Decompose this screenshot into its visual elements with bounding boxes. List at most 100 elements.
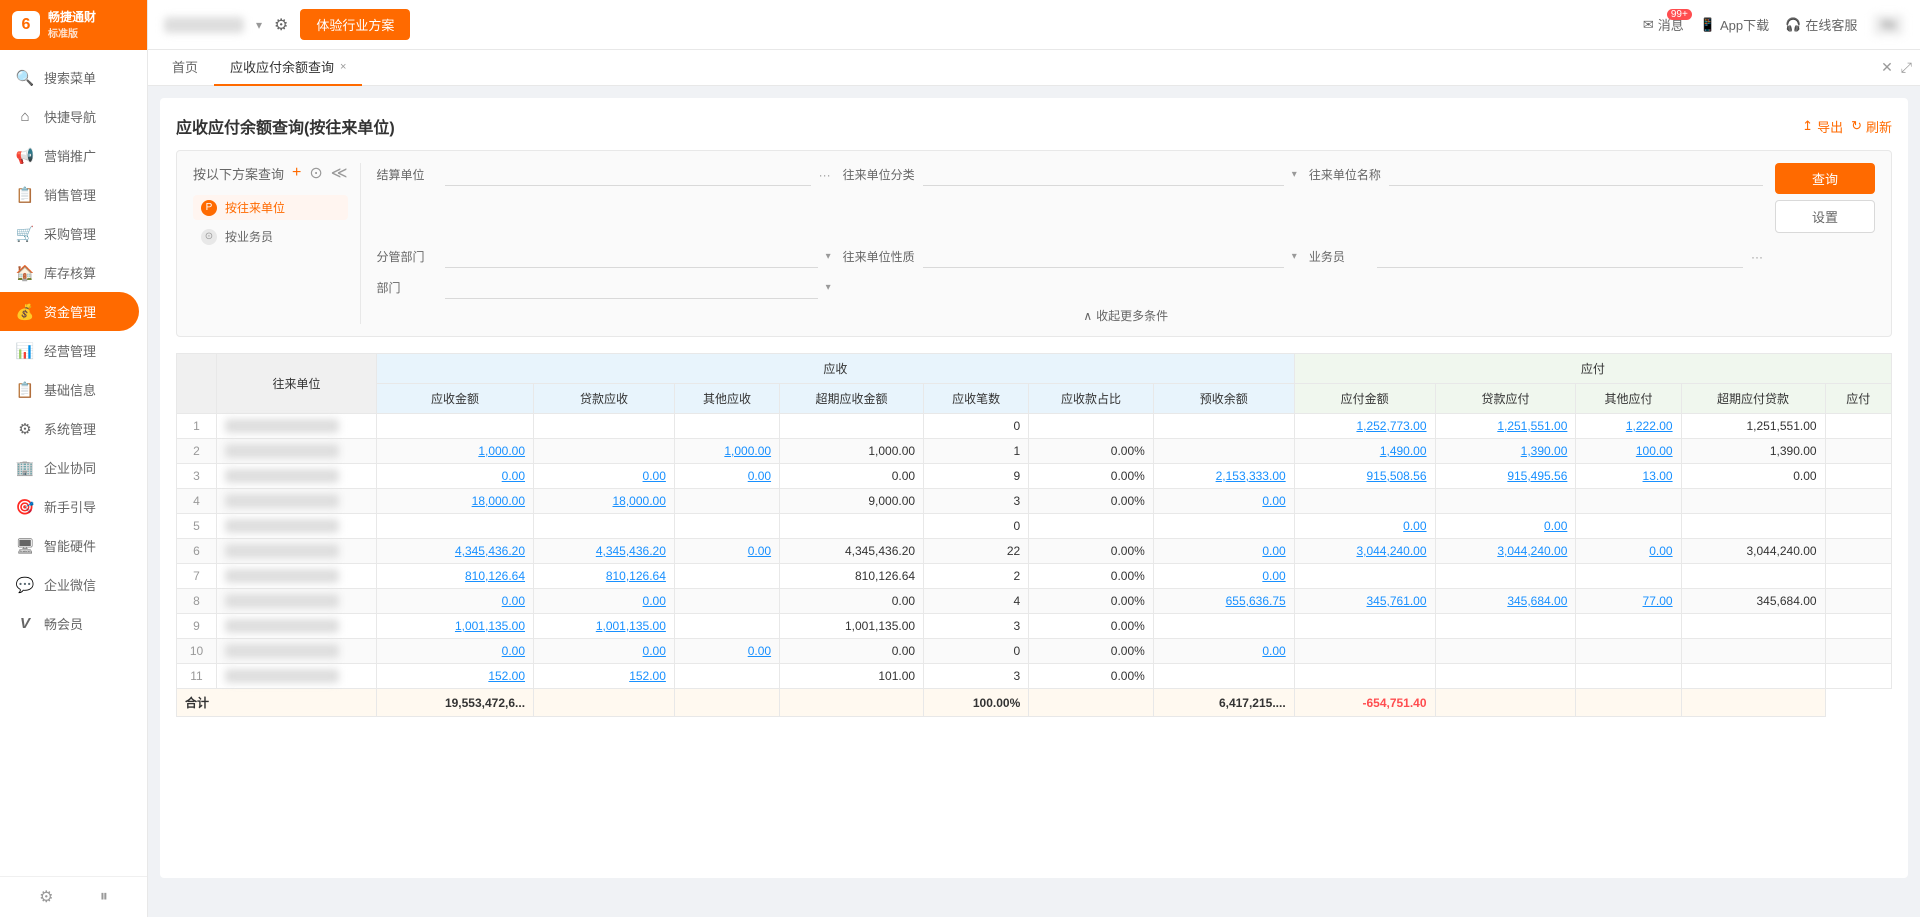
department-input[interactable] [445, 245, 818, 268]
filter-collapse-icon[interactable]: ≪ [331, 163, 348, 183]
cell-value[interactable]: 2,153,333.00 [1216, 469, 1286, 483]
cell-value[interactable]: 1,252,773.00 [1356, 419, 1426, 433]
cell-value[interactable]: 0.00 [1262, 644, 1285, 658]
sidebar-item-search[interactable]: 🔍 搜索菜单 [0, 58, 147, 97]
cell-value[interactable]: 3,044,240.00 [1497, 544, 1567, 558]
cell-value[interactable]: 152.00 [488, 669, 525, 683]
cell-value[interactable]: 655,636.75 [1226, 594, 1286, 608]
cell-value[interactable]: 0.00 [748, 544, 771, 558]
solution-button[interactable]: 体验行业方案 [300, 9, 410, 40]
table-row[interactable]: 4 18,000.00 18,000.00 9,000.00 3 0.00% 0… [177, 489, 1892, 514]
salesman-dots-icon[interactable]: ··· [1751, 250, 1763, 264]
table-row[interactable]: 6 4,345,436.20 4,345,436.20 0.00 4,345,4… [177, 539, 1892, 564]
tab-ar-query[interactable]: 应收应付余额查询 × [214, 50, 362, 86]
tab-home[interactable]: 首页 [156, 50, 214, 86]
sidebar-item-finance[interactable]: 💰 资金管理 [0, 292, 139, 331]
cell-value[interactable]: 0.00 [1544, 519, 1567, 533]
cell-value[interactable]: 0.00 [502, 644, 525, 658]
cell-value[interactable]: 100.00 [1636, 444, 1673, 458]
window-close-icon[interactable]: ✕ [1881, 59, 1893, 76]
sidebar-item-corp[interactable]: 🏢 企业协同 [0, 448, 147, 487]
cell-value[interactable]: 77.00 [1643, 594, 1673, 608]
filter-scheme-by-partner[interactable]: P 按往来单位 [193, 195, 348, 220]
department-chevron-icon[interactable]: ▾ [826, 251, 831, 262]
sidebar-collapse-icon[interactable]: ⏸ [100, 888, 108, 906]
cell-value[interactable]: 152.00 [629, 669, 666, 683]
cell-value[interactable]: 0.00 [502, 594, 525, 608]
sidebar-item-member[interactable]: V 畅会员 [0, 604, 147, 643]
header-gear-icon[interactable]: ⚙ [274, 15, 288, 35]
cell-value[interactable]: 0.00 [643, 594, 666, 608]
unit-category-input[interactable] [923, 163, 1284, 186]
setting-button[interactable]: 设置 [1775, 200, 1875, 233]
dept-chevron-icon[interactable]: ▾ [826, 282, 831, 293]
table-row[interactable]: 5 0 0.00 0.00 [177, 514, 1892, 539]
table-row[interactable]: 1 0 1,252,773.00 1,251,551.00 1,222.00 1… [177, 414, 1892, 439]
sidebar-item-quick[interactable]: ⌂ 快捷导航 [0, 97, 147, 136]
cell-value[interactable]: 0.00 [1262, 569, 1285, 583]
cell-value[interactable]: 0.00 [748, 644, 771, 658]
cell-value[interactable]: 1,490.00 [1380, 444, 1427, 458]
sidebar-item-marketing[interactable]: 📢 营销推广 [0, 136, 147, 175]
cell-value[interactable]: 0.00 [1649, 544, 1672, 558]
unit-nature-chevron-icon[interactable]: ▾ [1292, 251, 1297, 262]
user-avatar[interactable]: Rit [1873, 14, 1904, 36]
cell-value[interactable]: 810,126.64 [606, 569, 666, 583]
cell-value[interactable]: 1,390.00 [1521, 444, 1568, 458]
cell-value[interactable]: 1,001,135.00 [596, 619, 666, 633]
notification-button[interactable]: ✉ 消息 99+ [1643, 15, 1684, 34]
cell-value[interactable]: 0.00 [643, 469, 666, 483]
query-button[interactable]: 查询 [1775, 163, 1875, 194]
table-row[interactable]: 11 152.00 152.00 101.00 3 0.00% [177, 664, 1892, 689]
cell-value[interactable]: 0.00 [1403, 519, 1426, 533]
cell-value[interactable]: 915,495.56 [1507, 469, 1567, 483]
cell-value[interactable]: 345,761.00 [1366, 594, 1426, 608]
filter-setting-icon[interactable]: ⊙ [309, 163, 322, 183]
filter-collapse-row[interactable]: ∧ 收起更多条件 [377, 307, 1875, 324]
sidebar-item-guide[interactable]: 🎯 新手引导 [0, 487, 147, 526]
window-expand-icon[interactable]: ⤢ [1901, 59, 1912, 76]
filter-add-icon[interactable]: + [292, 164, 301, 182]
app-download-button[interactable]: 📱 App下载 [1700, 15, 1769, 34]
table-row[interactable]: 3 0.00 0.00 0.00 0.00 9 0.00% 2,153,333.… [177, 464, 1892, 489]
dept-input[interactable] [445, 276, 818, 299]
table-row[interactable]: 2 1,000.00 1,000.00 1,000.00 1 0.00% 1,4… [177, 439, 1892, 464]
sidebar-item-system[interactable]: ⚙ 系统管理 [0, 409, 147, 448]
cell-value[interactable]: 810,126.64 [465, 569, 525, 583]
cell-value[interactable]: 0.00 [1262, 544, 1285, 558]
cell-value[interactable]: 4,345,436.20 [596, 544, 666, 558]
sidebar-item-wechat[interactable]: 💬 企业微信 [0, 565, 147, 604]
sidebar-item-inventory[interactable]: 🏠 库存核算 [0, 253, 147, 292]
filter-scheme-by-salesman[interactable]: ⊙ 按业务员 [193, 224, 348, 249]
cell-value[interactable]: 0.00 [1262, 494, 1285, 508]
cell-value[interactable]: 1,000.00 [724, 444, 771, 458]
sidebar-item-operation[interactable]: 📊 经营管理 [0, 331, 147, 370]
refresh-button[interactable]: ↻ 刷新 [1851, 117, 1892, 136]
cell-value[interactable]: 4,345,436.20 [455, 544, 525, 558]
settlement-unit-dots-icon[interactable]: ··· [819, 168, 831, 182]
cell-value[interactable]: 0.00 [502, 469, 525, 483]
cell-value[interactable]: 18,000.00 [613, 494, 666, 508]
cell-value[interactable]: 18,000.00 [472, 494, 525, 508]
cell-value[interactable]: 0.00 [748, 469, 771, 483]
sidebar-item-purchase[interactable]: 🛒 采购管理 [0, 214, 147, 253]
sidebar-settings-icon[interactable]: ⚙ [39, 887, 53, 907]
unit-category-chevron-icon[interactable]: ▾ [1292, 169, 1297, 180]
unit-name-input[interactable] [1389, 163, 1763, 186]
table-row[interactable]: 9 1,001,135.00 1,001,135.00 1,001,135.00… [177, 614, 1892, 639]
table-row[interactable]: 7 810,126.64 810,126.64 810,126.64 2 0.0… [177, 564, 1892, 589]
cell-value[interactable]: 0.00 [643, 644, 666, 658]
cell-value[interactable]: 345,684.00 [1507, 594, 1567, 608]
service-button[interactable]: 🎧 在线客服 [1785, 15, 1857, 34]
tab-close-icon[interactable]: × [340, 61, 346, 73]
table-row[interactable]: 8 0.00 0.00 0.00 4 0.00% 655,636.75 345,… [177, 589, 1892, 614]
sidebar-item-hardware[interactable]: 🖥 智能硬件 [0, 526, 147, 565]
cell-value[interactable]: 13.00 [1643, 469, 1673, 483]
cell-value[interactable]: 1,222.00 [1626, 419, 1673, 433]
sidebar-item-basic[interactable]: 📋 基础信息 [0, 370, 147, 409]
table-row[interactable]: 10 0.00 0.00 0.00 0.00 0 0.00% 0.00 [177, 639, 1892, 664]
cell-value[interactable]: 915,508.56 [1366, 469, 1426, 483]
export-button[interactable]: ↥ 导出 [1802, 117, 1843, 136]
cell-value[interactable]: 1,000.00 [478, 444, 525, 458]
sidebar-item-sales[interactable]: 📋 销售管理 [0, 175, 147, 214]
